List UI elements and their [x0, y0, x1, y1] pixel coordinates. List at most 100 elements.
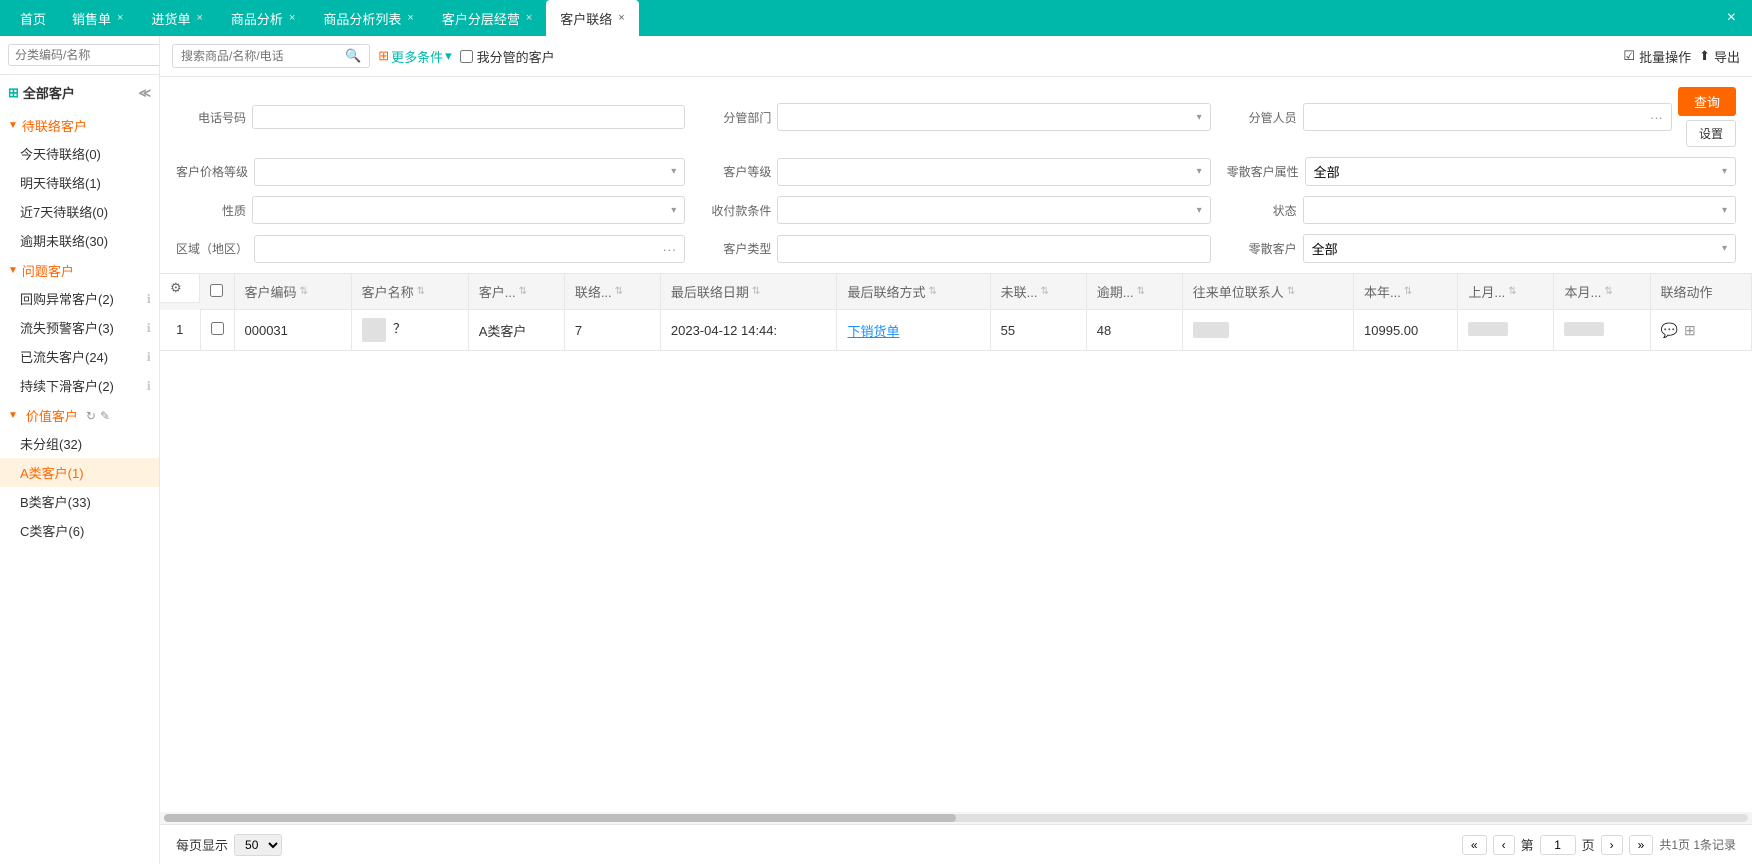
- home-tab[interactable]: 首页: [8, 9, 58, 28]
- notcontact-sort-icon[interactable]: ⇅: [1041, 286, 1049, 297]
- person-select[interactable]: ···: [1303, 103, 1672, 131]
- page-size-select[interactable]: 50: [234, 834, 282, 856]
- refresh-icon[interactable]: ↻: [86, 409, 96, 423]
- thismonth-sort-icon[interactable]: ⇅: [1604, 286, 1612, 297]
- all-customers-header[interactable]: ⊞ 全部客户 ≪: [0, 75, 159, 110]
- filter-search-icon[interactable]: 🔍: [345, 48, 361, 64]
- sidebar-item-declining[interactable]: 持续下滑客户(2) ℹ: [0, 371, 159, 400]
- grade-select[interactable]: ▾: [777, 158, 1210, 186]
- row-check[interactable]: [211, 322, 224, 335]
- tab-purchase[interactable]: 进货单 ×: [137, 0, 216, 36]
- th-name: 客户名称 ⇅: [351, 274, 468, 310]
- thisyear-sort-icon[interactable]: ⇅: [1404, 286, 1412, 297]
- close-goods-tab[interactable]: ×: [289, 12, 295, 24]
- prev-page-button[interactable]: ‹: [1493, 835, 1515, 855]
- export-button[interactable]: ⬆ 导出: [1699, 47, 1740, 66]
- tab-sales[interactable]: 销售单 ×: [58, 0, 137, 36]
- contact-sort-icon[interactable]: ⇅: [615, 286, 623, 297]
- filter-row-region: 区域（地区） ···: [176, 234, 685, 263]
- select-all-checkbox[interactable]: [210, 284, 223, 297]
- sidebar-search-input[interactable]: [8, 44, 160, 66]
- sidebar-item-churned[interactable]: 已流失客户(24) ℹ: [0, 342, 159, 371]
- filter-row-retail2: 零散客户 全部 ▾: [1227, 234, 1736, 263]
- phone-input[interactable]: [252, 105, 685, 129]
- sidebar-item-tomorrow[interactable]: 明天待联络(1): [0, 168, 159, 197]
- edit-icon[interactable]: ✎: [100, 409, 110, 423]
- page-size-selector: 每页显示 50: [176, 834, 282, 856]
- filter-row-price-grade: 客户价格等级 ▾: [176, 157, 685, 186]
- chat-icon[interactable]: 💬: [1661, 322, 1678, 339]
- th-last-month: 上月... ⇅: [1458, 274, 1554, 310]
- retail-attr-select[interactable]: 全部 ▾: [1305, 157, 1736, 186]
- row-this-year: 10995.00: [1354, 310, 1458, 351]
- overdue-sort-icon[interactable]: ⇅: [1137, 286, 1145, 297]
- close-sales-tab[interactable]: ×: [117, 12, 123, 24]
- th-category: 客户... ⇅: [468, 274, 564, 310]
- qr-icon[interactable]: ⊞: [1684, 322, 1696, 339]
- sidebar-item-c-class[interactable]: C类客户(6): [0, 516, 159, 545]
- next-page-button[interactable]: ›: [1601, 835, 1623, 855]
- filter-row-status: 状态 ▾: [1227, 196, 1736, 224]
- filter-search-input[interactable]: [181, 49, 341, 63]
- page-number-input[interactable]: [1540, 835, 1576, 855]
- scrollbar-thumb[interactable]: [164, 814, 956, 822]
- code-sort-icon[interactable]: ⇅: [300, 286, 308, 297]
- more-filter-button[interactable]: ⊞ 更多条件 ▾: [378, 47, 451, 66]
- tab-customer-contact[interactable]: 客户联络 ×: [546, 0, 638, 36]
- unitcontact-sort-icon[interactable]: ⇅: [1287, 286, 1295, 297]
- status-select[interactable]: ▾: [1303, 196, 1736, 224]
- lastmonth-sort-icon[interactable]: ⇅: [1508, 286, 1516, 297]
- info-icon: ℹ: [146, 292, 151, 306]
- row-not-contact: 55: [990, 310, 1086, 351]
- gear-icon[interactable]: ⚙: [170, 280, 182, 296]
- type-select[interactable]: [777, 235, 1210, 263]
- sidebar-collapse-icon[interactable]: ≪: [138, 86, 151, 100]
- tab-customer-seg[interactable]: 客户分层经营 ×: [428, 0, 546, 36]
- last-page-button[interactable]: »: [1629, 835, 1654, 855]
- problem-customers-section[interactable]: ▼ 问题客户: [0, 255, 159, 284]
- sidebar-item-churn-warning[interactable]: 流失预警客户(3) ℹ: [0, 313, 159, 342]
- filter-row-retail-attr: 零散客户属性 全部 ▾: [1227, 157, 1736, 186]
- sidebar-item-ungroup[interactable]: 未分组(32): [0, 429, 159, 458]
- region-dots-icon: ···: [662, 241, 676, 257]
- pending-contact-section[interactable]: ▼ 待联络客户: [0, 110, 159, 139]
- sidebar-item-repurchase-abnormal[interactable]: 回购异常客户(2) ℹ: [0, 284, 159, 313]
- payment-select[interactable]: ▾: [777, 196, 1210, 224]
- my-customer-checkbox[interactable]: 我分管的客户: [460, 47, 555, 66]
- close-customer-contact-tab[interactable]: ×: [618, 12, 624, 24]
- lastway-sort-icon[interactable]: ⇅: [928, 286, 936, 297]
- close-goods-list-tab[interactable]: ×: [407, 12, 413, 24]
- sidebar-item-a-class[interactable]: A类客户(1): [0, 458, 159, 487]
- window-close-button[interactable]: ×: [1719, 9, 1744, 27]
- tab-goods-list[interactable]: 商品分析列表 ×: [309, 0, 427, 36]
- sidebar-item-today[interactable]: 今天待联络(0): [0, 139, 159, 168]
- settings-button[interactable]: 设置: [1686, 120, 1736, 147]
- lastdate-sort-icon[interactable]: ⇅: [752, 286, 760, 297]
- name-sort-icon[interactable]: ⇅: [417, 286, 425, 297]
- first-page-button[interactable]: «: [1462, 835, 1487, 855]
- query-button[interactable]: 查询: [1678, 87, 1736, 116]
- close-purchase-tab[interactable]: ×: [196, 12, 202, 24]
- dept-chevron-icon: ▾: [1197, 112, 1202, 123]
- region-select[interactable]: ···: [254, 235, 685, 263]
- category-sort-icon[interactable]: ⇅: [519, 286, 527, 297]
- total-info: 共1页 1条记录: [1659, 836, 1736, 853]
- pagination-controls: « ‹ 第 页 › » 共1页 1条记录: [1462, 835, 1736, 855]
- sidebar-item-7days[interactable]: 近7天待联络(0): [0, 197, 159, 226]
- my-customer-check[interactable]: [460, 50, 473, 63]
- close-customer-seg-tab[interactable]: ×: [526, 12, 532, 24]
- dept-select[interactable]: ▾: [777, 103, 1210, 131]
- batch-op-button[interactable]: ☑ 批量操作: [1623, 47, 1691, 66]
- row-checkbox: [200, 310, 234, 351]
- horizontal-scrollbar[interactable]: [160, 812, 1752, 824]
- sidebar-item-overdue[interactable]: 逾期未联络(30): [0, 226, 159, 255]
- nature-chevron-icon: ▾: [671, 205, 676, 216]
- grid-icon: ⊞: [8, 85, 19, 101]
- nature-select[interactable]: ▾: [252, 196, 685, 224]
- price-grade-select[interactable]: ▾: [254, 158, 685, 186]
- value-customers-section[interactable]: ▼ 价值客户 ↻ ✎: [0, 400, 159, 429]
- sidebar-item-b-class[interactable]: B类客户(33): [0, 487, 159, 516]
- unit-contact-placeholder: [1193, 322, 1229, 338]
- tab-goods[interactable]: 商品分析 ×: [217, 0, 309, 36]
- retail2-select[interactable]: 全部 ▾: [1303, 234, 1736, 263]
